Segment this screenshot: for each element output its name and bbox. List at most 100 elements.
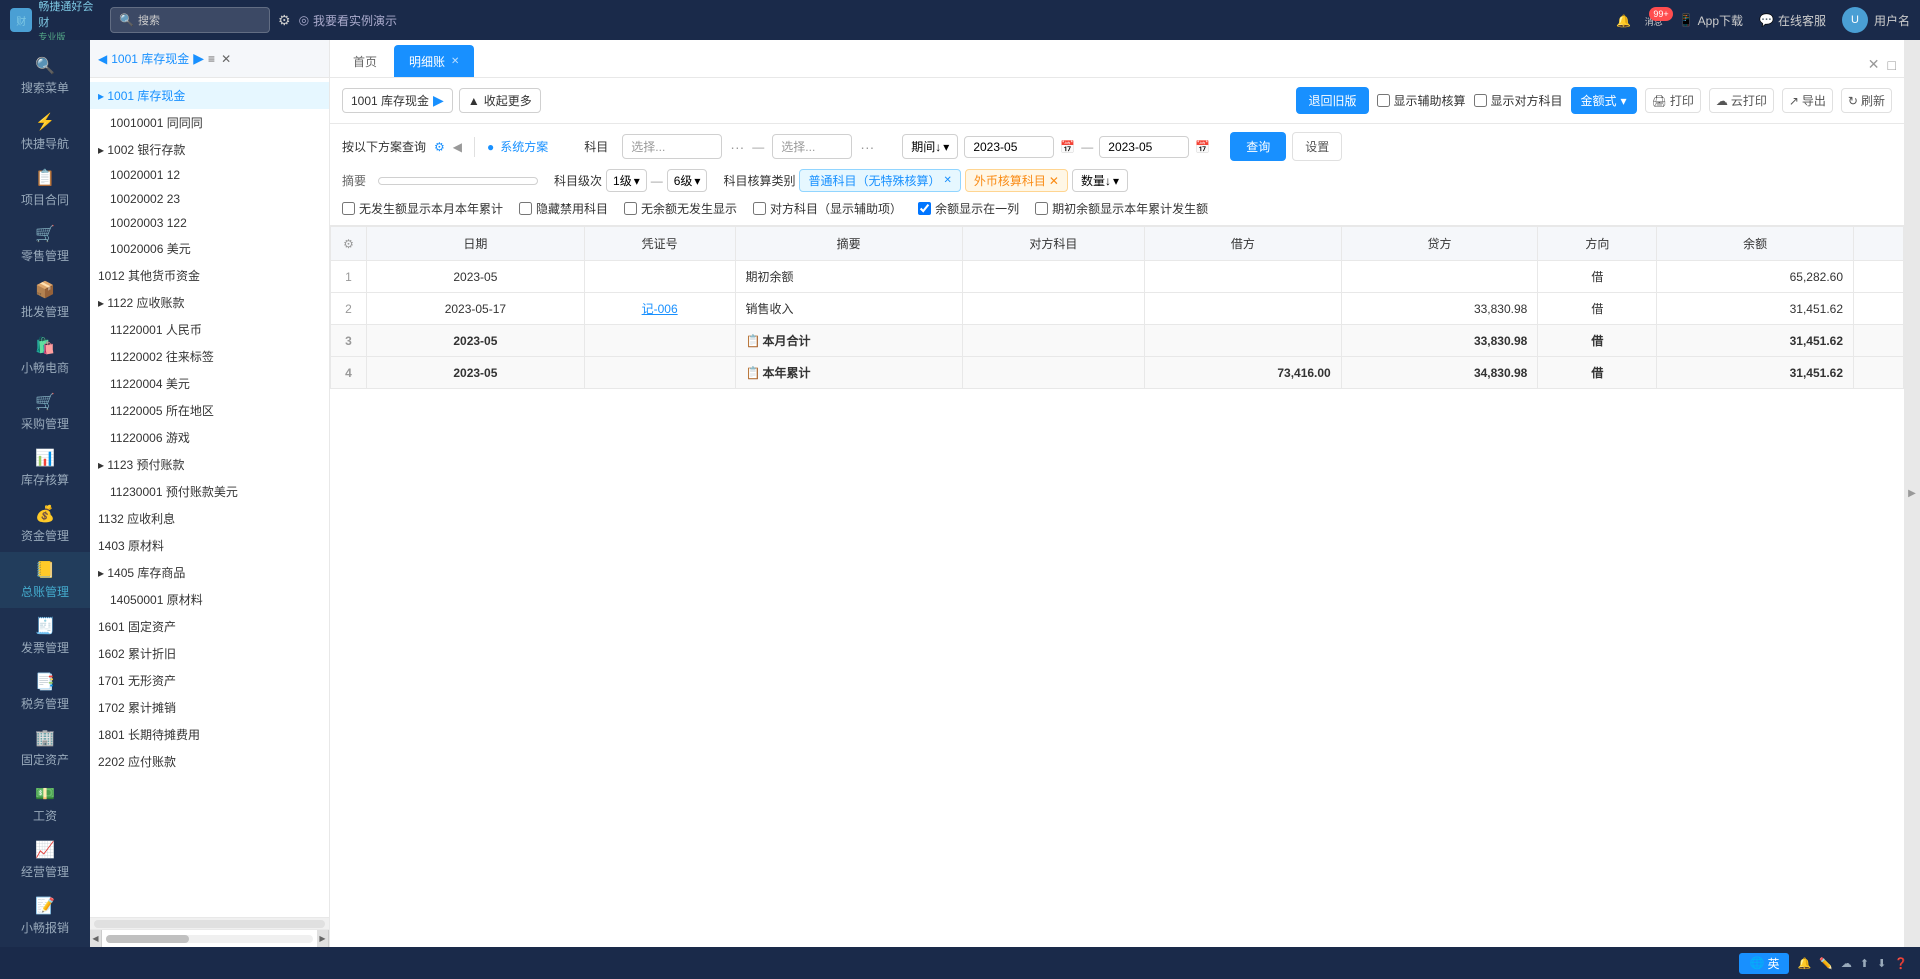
tree-item-1801[interactable]: 1801 长期待摊费用 xyxy=(90,721,329,748)
online-service-link[interactable]: 💬 在线客服 xyxy=(1759,12,1826,29)
sidebar-item-assets[interactable]: 🏢 固定资产 xyxy=(0,720,90,776)
level-end-select[interactable]: 6级 ▾ xyxy=(667,169,708,192)
toggle-right-icon[interactable]: ▶ xyxy=(317,930,329,947)
subject-dots-2[interactable]: ··· xyxy=(860,139,874,155)
tree-item-11220002[interactable]: 11220002 往来标签 xyxy=(90,343,329,370)
status-notif[interactable]: 🔔 xyxy=(1797,957,1811,970)
tree-item-1123[interactable]: ▸ 1123 预付账款 xyxy=(90,451,329,478)
amount-style-btn[interactable]: 金额式 ▾ xyxy=(1571,87,1637,114)
sidebar-item-report[interactable]: 📝 小畅报销 xyxy=(0,888,90,944)
filter-collapse-icon[interactable]: ◀ xyxy=(453,140,462,154)
sidebar-item-invoice[interactable]: 🧾 发票管理 xyxy=(0,608,90,664)
period-cal-end-icon[interactable]: 📅 xyxy=(1195,140,1210,154)
tree-item-11220006[interactable]: 11220006 游戏 xyxy=(90,424,329,451)
refresh-btn[interactable]: ↻ 刷新 xyxy=(1841,88,1892,113)
tree-item-1132[interactable]: 1132 应收利息 xyxy=(90,505,329,532)
cb-opposite-input[interactable] xyxy=(753,202,766,215)
tree-item-11230001[interactable]: 11230001 预付账款美元 xyxy=(90,478,329,505)
period-end-input[interactable] xyxy=(1099,136,1189,158)
period-cal-start-icon[interactable]: 📅 xyxy=(1060,140,1075,154)
col-settings[interactable]: ⚙ xyxy=(331,227,367,261)
sidebar-item-tax[interactable]: 📑 税务管理 xyxy=(0,664,90,720)
tree-item-1012[interactable]: 1012 其他货币资金 xyxy=(90,262,329,289)
tree-item-2202[interactable]: 2202 应付账款 xyxy=(90,748,329,775)
toggle-left-icon[interactable]: ◀ xyxy=(90,930,102,947)
sidebar-item-capital[interactable]: 💰 资金管理 xyxy=(0,496,90,552)
demo-link[interactable]: ◎ 我要看实例演示 xyxy=(299,12,398,29)
tree-item-1002[interactable]: ▸ 1002 银行存款 xyxy=(90,136,329,163)
subject-input-end[interactable]: 选择... xyxy=(772,134,852,159)
sidebar-item-search[interactable]: 🔍 搜索菜单 xyxy=(0,48,90,104)
collapse-more-btn[interactable]: ▲ 收起更多 xyxy=(459,88,541,113)
status-cloud[interactable]: ☁ xyxy=(1841,957,1852,970)
notification-bell[interactable]: 🔔 99+ 消息 xyxy=(1616,13,1663,28)
cb-hide-disabled[interactable]: 隐藏禁用科目 xyxy=(519,200,608,217)
subject-input[interactable]: 选择... xyxy=(622,134,722,159)
tree-item-10010001[interactable]: 10010001 同同同 xyxy=(90,109,329,136)
cb-init-balance[interactable]: 期初余额显示本年累计发生额 xyxy=(1035,200,1208,217)
back-old-btn[interactable]: 退回旧版 xyxy=(1296,87,1368,114)
tag-foreign-close[interactable]: ✕ xyxy=(1049,174,1059,188)
period-type-select[interactable]: 期间↓ ▾ xyxy=(902,134,958,159)
status-upload[interactable]: ⬆ xyxy=(1860,957,1869,970)
show-assist-checkbox[interactable] xyxy=(1377,94,1390,107)
cloud-print-btn[interactable]: ☁ 云打印 xyxy=(1709,88,1774,113)
print-btn[interactable]: 🖨 打印 xyxy=(1645,88,1701,113)
tab-close-icon[interactable]: ✕ xyxy=(451,56,459,67)
right-collapse-panel[interactable]: ▶ xyxy=(1904,40,1920,947)
status-help[interactable]: ❓ xyxy=(1894,957,1908,970)
tree-item-11220001[interactable]: 11220001 人民币 xyxy=(90,316,329,343)
settings-icon[interactable]: ⚙ xyxy=(278,12,291,29)
tree-scrollbar[interactable] xyxy=(90,917,329,929)
tree-item-1405[interactable]: ▸ 1405 库存商品 xyxy=(90,559,329,586)
system-scheme-label[interactable]: 系统方案 xyxy=(500,138,548,155)
current-account-tag[interactable]: 1001 库存现金 ▶ xyxy=(342,88,453,113)
subject-dots[interactable]: ··· xyxy=(730,139,744,155)
lang-btn[interactable]: 🌐 英 xyxy=(1739,953,1789,974)
cb-no-occur-input[interactable] xyxy=(342,202,355,215)
sidebar-item-operation[interactable]: 📈 经营管理 xyxy=(0,832,90,888)
list-icon[interactable]: ≡ xyxy=(208,52,215,66)
cb-no-balance-input[interactable] xyxy=(624,202,637,215)
app-download-link[interactable]: 📱 App下载 xyxy=(1679,12,1743,29)
sidebar-item-ecommerce[interactable]: 🛍️ 小畅电商 xyxy=(0,328,90,384)
sidebar-item-retail[interactable]: 🛒 零售管理 xyxy=(0,216,90,272)
cb-no-balance[interactable]: 无余额无发生显示 xyxy=(624,200,737,217)
window-restore-icon[interactable]: □ xyxy=(1888,57,1896,73)
status-download[interactable]: ⬇ xyxy=(1877,957,1886,970)
tree-item-1701[interactable]: 1701 无形资产 xyxy=(90,667,329,694)
tree-item-10020006[interactable]: 10020006 美元 xyxy=(90,235,329,262)
sidebar-item-inventory[interactable]: 📊 库存核算 xyxy=(0,440,90,496)
cb-no-occur[interactable]: 无发生额显示本月本年累计 xyxy=(342,200,503,217)
summary-input[interactable] xyxy=(378,177,538,185)
tab-ledger[interactable]: 明细账 ✕ xyxy=(394,45,474,77)
tree-item-10020002[interactable]: 10020002 23 xyxy=(90,187,329,211)
sidebar-item-project[interactable]: 📋 项目合同 xyxy=(0,160,90,216)
period-start-input[interactable] xyxy=(964,136,1054,158)
tree-item-10020001[interactable]: 10020001 12 xyxy=(90,163,329,187)
tree-item-14050001[interactable]: 14050001 原材料 xyxy=(90,586,329,613)
back-breadcrumb[interactable]: ◀ 1001 库存现金 xyxy=(98,50,189,67)
cb-balance-one-col-input[interactable] xyxy=(918,202,931,215)
forward-icon[interactable]: ▶ xyxy=(193,50,204,67)
tree-item-1001[interactable]: ▸ 1001 库存现金 xyxy=(90,82,329,109)
tree-item-11220005[interactable]: 11220005 所在地区 xyxy=(90,397,329,424)
query-btn[interactable]: 查询 xyxy=(1230,132,1286,161)
user-area[interactable]: U 用户名 xyxy=(1842,7,1910,33)
tree-item-1403[interactable]: 1403 原材料 xyxy=(90,532,329,559)
cb-hide-disabled-input[interactable] xyxy=(519,202,532,215)
cb-init-balance-input[interactable] xyxy=(1035,202,1048,215)
voucher-link[interactable]: 记-006 xyxy=(642,302,678,316)
show-assist-cb[interactable]: 显示辅助核算 xyxy=(1377,92,1466,109)
tree-item-11220004[interactable]: 11220004 美元 xyxy=(90,370,329,397)
cb-opposite[interactable]: 对方科目（显示辅助项） xyxy=(753,200,902,217)
tree-item-1702[interactable]: 1702 累计摊销 xyxy=(90,694,329,721)
sidebar-item-salary[interactable]: 💵 工资 xyxy=(0,776,90,832)
show-opposite-checkbox[interactable] xyxy=(1474,94,1487,107)
top-search[interactable]: 🔍 搜索 xyxy=(110,7,270,33)
close-panel-icon[interactable]: ✕ xyxy=(221,52,231,66)
show-opposite-cb[interactable]: 显示对方科目 xyxy=(1474,92,1563,109)
cb-balance-one-col[interactable]: 余额显示在一列 xyxy=(918,200,1019,217)
tag-normal-close[interactable]: ✕ xyxy=(943,175,951,186)
tree-item-1122[interactable]: ▸ 1122 应收账款 xyxy=(90,289,329,316)
